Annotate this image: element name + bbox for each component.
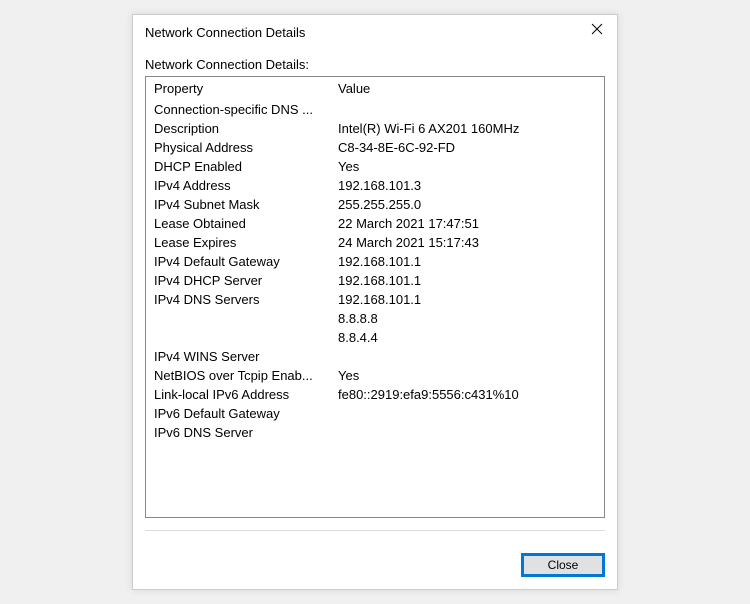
value-cell <box>330 423 604 442</box>
value-cell: 8.8.8.8 <box>330 309 604 328</box>
titlebar: Network Connection Details <box>133 15 617 49</box>
window-title: Network Connection Details <box>145 25 305 40</box>
property-cell <box>146 328 330 347</box>
close-icon[interactable] <box>577 15 617 43</box>
content-area: Network Connection Details: Property Val… <box>133 49 617 553</box>
section-label: Network Connection Details: <box>145 57 605 72</box>
table-row[interactable]: IPv4 WINS Server <box>146 347 604 366</box>
header-property: Property <box>146 77 330 100</box>
table-row[interactable]: IPv4 Address192.168.101.3 <box>146 176 604 195</box>
value-cell: 24 March 2021 15:17:43 <box>330 233 604 252</box>
property-cell: IPv6 Default Gateway <box>146 404 330 423</box>
value-cell: Yes <box>330 366 604 385</box>
table-row[interactable]: Physical AddressC8-34-8E-6C-92-FD <box>146 138 604 157</box>
property-cell: Physical Address <box>146 138 330 157</box>
details-list[interactable]: Property Value Connection-specific DNS .… <box>145 76 605 518</box>
property-cell: IPv4 WINS Server <box>146 347 330 366</box>
table-row[interactable]: Lease Expires24 March 2021 15:17:43 <box>146 233 604 252</box>
table-row[interactable]: Connection-specific DNS ... <box>146 100 604 119</box>
property-cell: Lease Obtained <box>146 214 330 233</box>
property-cell: IPv6 DNS Server <box>146 423 330 442</box>
table-row[interactable]: IPv4 Default Gateway192.168.101.1 <box>146 252 604 271</box>
property-cell: NetBIOS over Tcpip Enab... <box>146 366 330 385</box>
value-cell: 192.168.101.1 <box>330 271 604 290</box>
value-cell <box>330 100 604 119</box>
x-icon <box>591 23 603 35</box>
table-row[interactable]: IPv6 Default Gateway <box>146 404 604 423</box>
value-cell: 8.8.4.4 <box>330 328 604 347</box>
table-row[interactable]: DHCP EnabledYes <box>146 157 604 176</box>
value-cell: 192.168.101.1 <box>330 252 604 271</box>
property-cell: Description <box>146 119 330 138</box>
details-table: Property Value Connection-specific DNS .… <box>146 77 604 442</box>
table-row[interactable]: DescriptionIntel(R) Wi-Fi 6 AX201 160MHz <box>146 119 604 138</box>
value-cell: Yes <box>330 157 604 176</box>
property-cell: IPv4 Subnet Mask <box>146 195 330 214</box>
property-cell: IPv4 Address <box>146 176 330 195</box>
header-value: Value <box>330 77 604 100</box>
value-cell: 22 March 2021 17:47:51 <box>330 214 604 233</box>
value-cell: Intel(R) Wi-Fi 6 AX201 160MHz <box>330 119 604 138</box>
table-row[interactable]: 8.8.4.4 <box>146 328 604 347</box>
property-cell: IPv4 DNS Servers <box>146 290 330 309</box>
close-button[interactable]: Close <box>521 553 605 577</box>
property-cell: Connection-specific DNS ... <box>146 100 330 119</box>
property-cell: Lease Expires <box>146 233 330 252</box>
value-cell: 255.255.255.0 <box>330 195 604 214</box>
table-row[interactable]: IPv6 DNS Server <box>146 423 604 442</box>
table-row[interactable]: IPv4 DHCP Server192.168.101.1 <box>146 271 604 290</box>
property-cell: IPv4 DHCP Server <box>146 271 330 290</box>
value-cell: fe80::2919:efa9:5556:c431%10 <box>330 385 604 404</box>
table-row[interactable]: Link-local IPv6 Addressfe80::2919:efa9:5… <box>146 385 604 404</box>
button-row: Close <box>133 553 617 589</box>
value-cell <box>330 404 604 423</box>
property-cell: DHCP Enabled <box>146 157 330 176</box>
property-cell: IPv4 Default Gateway <box>146 252 330 271</box>
property-cell <box>146 309 330 328</box>
value-cell: C8-34-8E-6C-92-FD <box>330 138 604 157</box>
table-row[interactable]: NetBIOS over Tcpip Enab...Yes <box>146 366 604 385</box>
network-details-dialog: Network Connection Details Network Conne… <box>132 14 618 590</box>
table-row[interactable]: IPv4 Subnet Mask255.255.255.0 <box>146 195 604 214</box>
table-row[interactable]: 8.8.8.8 <box>146 309 604 328</box>
table-row[interactable]: Lease Obtained22 March 2021 17:47:51 <box>146 214 604 233</box>
property-cell: Link-local IPv6 Address <box>146 385 330 404</box>
table-row[interactable]: IPv4 DNS Servers192.168.101.1 <box>146 290 604 309</box>
value-cell: 192.168.101.1 <box>330 290 604 309</box>
separator <box>145 530 605 531</box>
value-cell <box>330 347 604 366</box>
value-cell: 192.168.101.3 <box>330 176 604 195</box>
